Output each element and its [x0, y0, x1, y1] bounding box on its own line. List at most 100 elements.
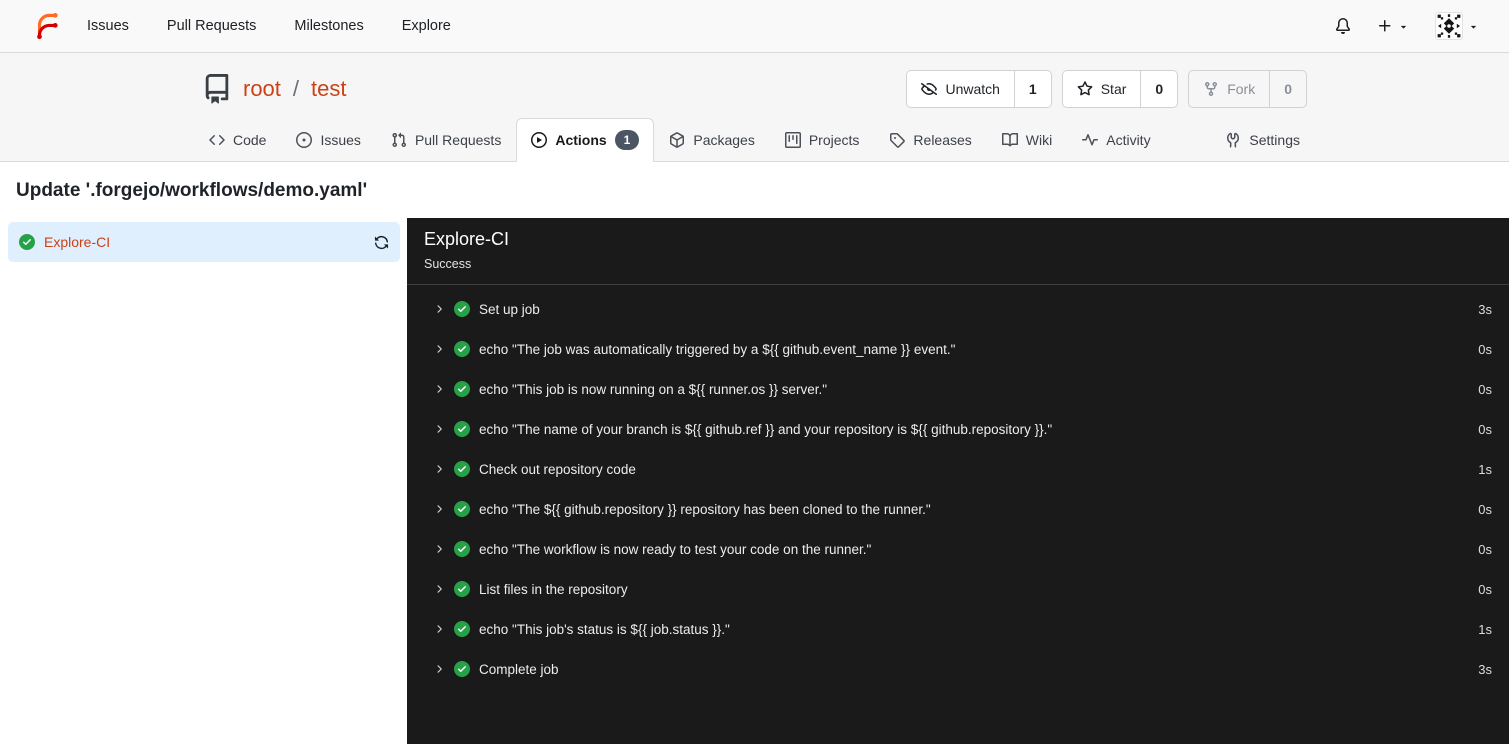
step-duration: 3s	[1478, 661, 1492, 677]
step-name: echo "The job was automatically triggere…	[479, 341, 956, 357]
chevron-right-icon[interactable]	[433, 583, 445, 595]
tab-code-label: Code	[233, 132, 267, 148]
tab-packages[interactable]: Packages	[654, 118, 769, 162]
star-label: Star	[1100, 81, 1127, 97]
job-log-panel: Explore-CI Success Set up job 3s echo "T…	[407, 218, 1509, 744]
tab-issues-label: Issues	[320, 132, 361, 148]
step-row[interactable]: echo "The ${{ github.repository }} repos…	[407, 489, 1509, 529]
chevron-right-icon[interactable]	[433, 503, 445, 515]
fork-icon	[1203, 81, 1219, 97]
step-row[interactable]: Check out repository code 1s	[407, 449, 1509, 489]
repo-tabs: Code Issues Pull Requests Actions 1 Pack…	[186, 118, 1323, 162]
step-row[interactable]: echo "This job's status is ${{ job.statu…	[407, 609, 1509, 649]
chevron-right-icon[interactable]	[433, 543, 445, 555]
unwatch-button[interactable]: Unwatch	[907, 71, 1013, 107]
repo-owner-link[interactable]: root	[243, 76, 281, 102]
step-duration: 0s	[1478, 421, 1492, 437]
tab-wiki-label: Wiki	[1025, 132, 1053, 148]
chevron-down-icon	[1468, 21, 1479, 32]
star-icon	[1077, 81, 1093, 97]
steps-list: Set up job 3s echo "The job was automati…	[407, 285, 1509, 689]
nav-link-milestones[interactable]: Milestones	[275, 18, 382, 34]
step-success-icon	[454, 541, 470, 557]
repo-name-link[interactable]: test	[311, 76, 346, 102]
forgejo-logo-icon[interactable]	[22, 11, 52, 41]
navbar-right	[1327, 6, 1497, 46]
chevron-right-icon[interactable]	[433, 663, 445, 675]
tab-releases[interactable]: Releases	[874, 118, 986, 162]
step-row[interactable]: echo "The name of your branch is ${{ git…	[407, 409, 1509, 449]
tab-settings-label: Settings	[1249, 132, 1300, 148]
git-pull-request-icon	[391, 132, 407, 148]
step-name: Complete job	[479, 661, 559, 677]
chevron-down-icon	[1398, 21, 1409, 32]
book-icon	[1002, 132, 1018, 148]
chevron-right-icon[interactable]	[433, 343, 445, 355]
step-duration: 0s	[1478, 341, 1492, 357]
nav-link-pull-requests[interactable]: Pull Requests	[148, 18, 275, 34]
tools-icon	[1225, 132, 1241, 148]
watchers-count[interactable]: 1	[1013, 71, 1051, 107]
step-success-icon	[454, 501, 470, 517]
user-menu-button[interactable]	[1427, 6, 1487, 46]
tab-code[interactable]: Code	[194, 118, 281, 162]
jobs-sidebar: Explore-CI	[0, 218, 407, 744]
star-button-group: Star 0	[1061, 70, 1179, 108]
package-icon	[669, 132, 685, 148]
step-success-icon	[454, 421, 470, 437]
tab-activity[interactable]: Activity	[1067, 118, 1165, 162]
step-name: List files in the repository	[479, 581, 628, 597]
tab-projects[interactable]: Projects	[770, 118, 875, 162]
step-row[interactable]: echo "The job was automatically triggere…	[407, 329, 1509, 369]
nav-link-explore[interactable]: Explore	[383, 18, 470, 34]
step-duration: 0s	[1478, 501, 1492, 517]
repo-icon	[202, 74, 232, 104]
job-log-title: Explore-CI	[424, 229, 510, 249]
tab-actions-label: Actions	[555, 132, 607, 148]
step-row[interactable]: Set up job 3s	[407, 289, 1509, 329]
step-row[interactable]: Complete job 3s	[407, 649, 1509, 689]
repo-header: root / test Unwatch 1 Star 0 Fork 0 Code…	[0, 53, 1509, 162]
unwatch-button-group: Unwatch 1	[906, 70, 1052, 108]
chevron-right-icon[interactable]	[433, 383, 445, 395]
step-success-icon	[454, 581, 470, 597]
fork-button[interactable]: Fork	[1189, 71, 1269, 107]
step-duration: 1s	[1478, 621, 1492, 637]
step-duration: 0s	[1478, 381, 1492, 397]
fork-button-group: Fork 0	[1188, 70, 1307, 108]
tab-issues[interactable]: Issues	[281, 118, 375, 162]
step-success-icon	[454, 381, 470, 397]
step-row[interactable]: echo "This job is now running on a ${{ r…	[407, 369, 1509, 409]
step-row[interactable]: List files in the repository 0s	[407, 569, 1509, 609]
chevron-right-icon[interactable]	[433, 303, 445, 315]
nav-link-issues[interactable]: Issues	[68, 18, 148, 34]
job-item-explore-ci[interactable]: Explore-CI	[8, 222, 400, 262]
tab-actions[interactable]: Actions 1	[516, 118, 655, 162]
step-duration: 0s	[1478, 581, 1492, 597]
repo-separator: /	[292, 76, 300, 101]
notifications-bell-icon[interactable]	[1327, 12, 1359, 40]
step-duration: 1s	[1478, 461, 1492, 477]
step-row[interactable]: echo "The workflow is now ready to test …	[407, 529, 1509, 569]
star-button[interactable]: Star	[1063, 71, 1141, 107]
eye-closed-icon	[921, 81, 937, 97]
tab-activity-label: Activity	[1106, 132, 1151, 148]
unwatch-label: Unwatch	[945, 81, 1000, 97]
chevron-right-icon[interactable]	[433, 463, 445, 475]
plus-icon	[1377, 18, 1393, 34]
step-duration: 3s	[1478, 301, 1492, 317]
create-new-button[interactable]	[1369, 12, 1417, 40]
step-name: echo "This job's status is ${{ job.statu…	[479, 621, 730, 637]
rerun-job-icon[interactable]	[374, 235, 389, 250]
forks-count[interactable]: 0	[1269, 71, 1306, 107]
tab-wiki[interactable]: Wiki	[987, 118, 1067, 162]
job-log-header: Explore-CI Success	[407, 218, 1509, 285]
step-name: echo "The name of your branch is ${{ git…	[479, 421, 1053, 437]
chevron-right-icon[interactable]	[433, 623, 445, 635]
tab-pull-requests[interactable]: Pull Requests	[376, 118, 516, 162]
fork-label: Fork	[1227, 81, 1256, 97]
chevron-right-icon[interactable]	[433, 423, 445, 435]
job-status-text: Success	[424, 257, 472, 271]
stars-count[interactable]: 0	[1140, 71, 1177, 107]
tab-settings[interactable]: Settings	[1210, 118, 1315, 162]
